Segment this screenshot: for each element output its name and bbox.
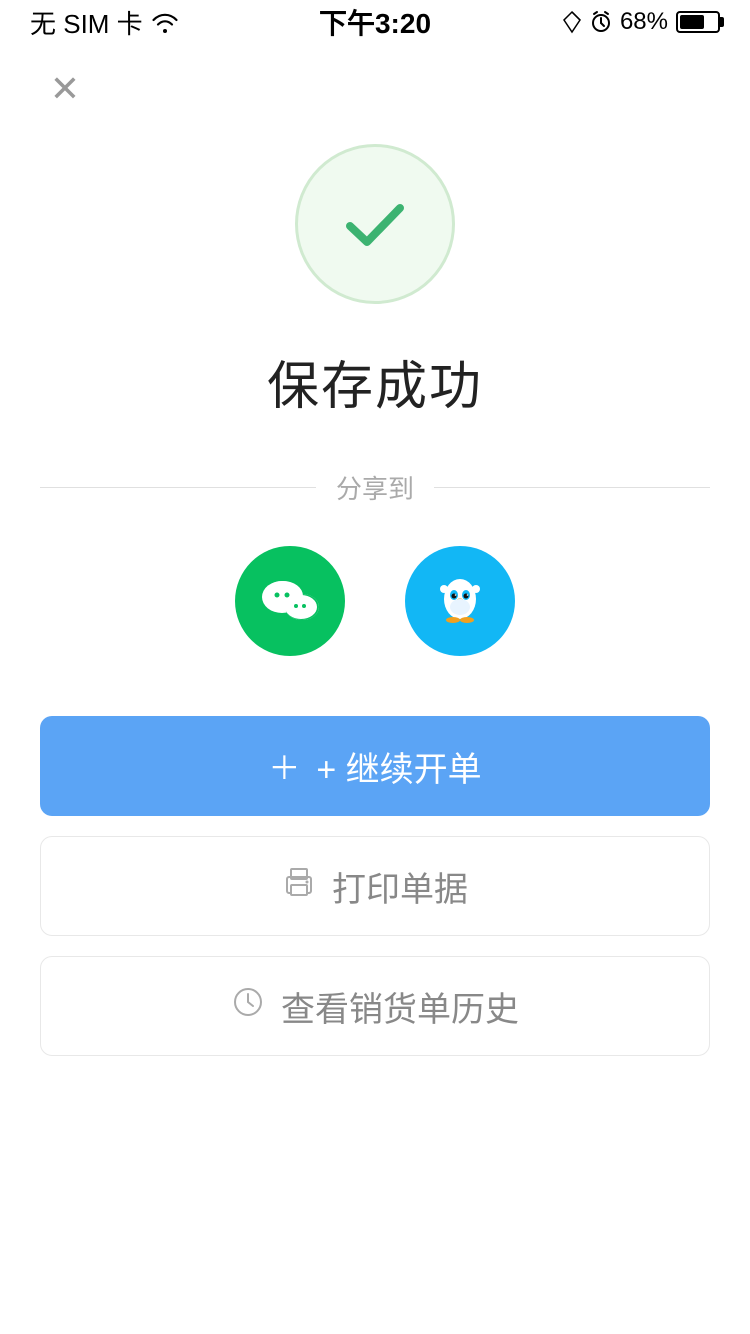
action-buttons: ＋ + 继续开单 打印单据 查看销货单历史	[40, 716, 710, 1056]
history-icon	[231, 985, 265, 1027]
success-title: 保存成功	[267, 344, 483, 419]
qq-share-button[interactable]	[405, 546, 515, 656]
success-icon-wrapper	[295, 144, 455, 304]
battery-fill	[680, 15, 704, 29]
share-label: 分享到	[336, 469, 414, 506]
continue-label: + 继续开单	[316, 742, 481, 791]
continue-button[interactable]: ＋ + 继续开单	[40, 716, 710, 816]
wechat-share-button[interactable]	[235, 546, 345, 656]
main-content: ✕ 保存成功 分享到	[0, 44, 750, 1334]
close-button[interactable]: ✕	[40, 64, 90, 114]
history-button[interactable]: 查看销货单历史	[40, 956, 710, 1056]
share-section: 分享到	[40, 469, 710, 716]
checkmark-icon	[335, 184, 415, 264]
alarm-icon	[590, 10, 612, 34]
wifi-icon	[151, 11, 179, 33]
location-icon	[562, 10, 582, 34]
print-button[interactable]: 打印单据	[40, 836, 710, 936]
no-sim-label: 无 SIM 卡	[30, 4, 143, 41]
status-left: 无 SIM 卡	[30, 4, 179, 41]
share-icons	[40, 546, 710, 656]
qq-icon	[430, 571, 490, 631]
status-right: 68%	[562, 8, 720, 36]
history-label: 查看销货单历史	[281, 982, 519, 1031]
wechat-icon	[258, 569, 323, 634]
battery-bar	[676, 11, 720, 33]
divider-left	[40, 487, 316, 488]
status-time: 下午3:20	[319, 2, 431, 42]
share-divider: 分享到	[40, 469, 710, 506]
status-bar: 无 SIM 卡 下午3:20 68%	[0, 0, 750, 44]
print-icon	[282, 865, 316, 907]
divider-right	[434, 487, 710, 488]
battery-percent: 68%	[620, 8, 668, 36]
print-label: 打印单据	[332, 862, 468, 911]
plus-icon: ＋	[268, 743, 300, 789]
close-icon: ✕	[50, 71, 80, 107]
